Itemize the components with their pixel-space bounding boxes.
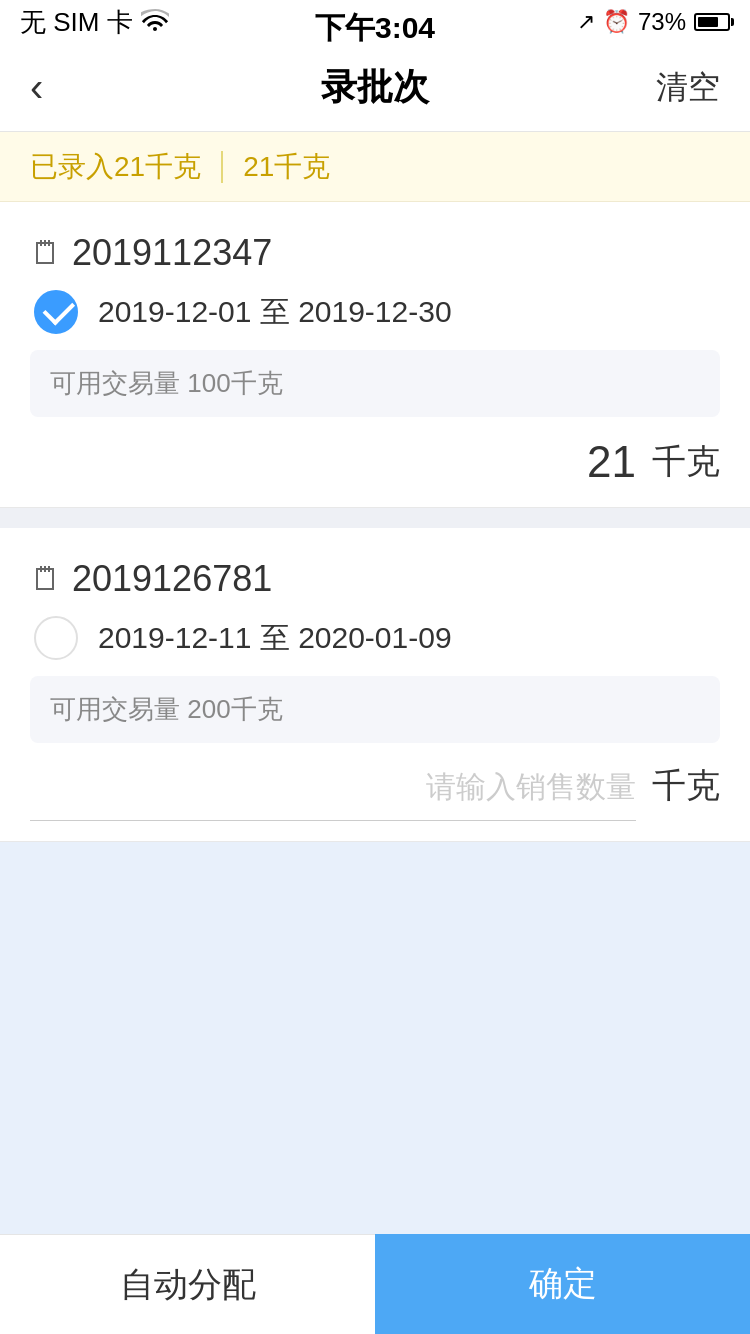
input-underline-2 (30, 820, 636, 821)
wifi-icon (141, 7, 169, 38)
battery-icon (694, 13, 730, 31)
alarm-icon: ⏰ (603, 9, 630, 35)
input-placeholder-2[interactable]: 请输入销售数量 (426, 767, 636, 820)
batch-date-row-2[interactable]: 2019-12-11 至 2020-01-09 (30, 616, 720, 660)
status-time: 下午3:04 (315, 8, 435, 49)
radio-1[interactable] (34, 290, 78, 334)
status-right: ↗ ⏰ 73% (577, 8, 730, 36)
batch-available-1: 可用交易量 100千克 (30, 350, 720, 417)
info-banner: 已录入21千克 21千克 (0, 132, 750, 202)
nav-bar: ‹ 录批次 清空 (0, 44, 750, 132)
radio-2[interactable] (34, 616, 78, 660)
input-unit-2: 千克 (652, 763, 720, 821)
batch-id-1: 2019112347 (72, 232, 272, 274)
batch-doc-icon-2: 🗒 (30, 561, 62, 598)
input-wrapper-2: 请输入销售数量 (30, 767, 636, 821)
batch-header-1: 🗒 2019112347 (30, 232, 720, 274)
status-carrier: 无 SIM 卡 (20, 5, 169, 40)
clear-button[interactable]: 清空 (656, 66, 720, 110)
carrier-text: 无 SIM 卡 (20, 5, 133, 40)
auto-distribute-button[interactable]: 自动分配 (0, 1234, 375, 1334)
quantity-row-1: 21 千克 (0, 417, 750, 508)
batch-header-2: 🗒 2019126781 (30, 558, 720, 600)
batch-date-row-1[interactable]: 2019-12-01 至 2019-12-30 (30, 290, 720, 334)
status-bar: 无 SIM 卡 下午3:04 ↗ ⏰ 73% (0, 0, 750, 44)
batch-date-1: 2019-12-01 至 2019-12-30 (98, 292, 452, 333)
quantity-unit-1: 千克 (652, 439, 720, 485)
bottom-bar: 自动分配 确定 (0, 1234, 750, 1334)
total-amount: 21千克 (243, 148, 330, 186)
card-divider (0, 508, 750, 528)
info-divider (221, 151, 223, 183)
batch-date-2: 2019-12-11 至 2020-01-09 (98, 618, 452, 659)
batch-doc-icon-1: 🗒 (30, 235, 62, 272)
recorded-amount: 已录入21千克 (30, 148, 201, 186)
batch-card-1: 🗒 2019112347 2019-12-01 至 2019-12-30 可用交… (0, 202, 750, 508)
page-title: 录批次 (321, 63, 429, 112)
confirm-button[interactable]: 确定 (375, 1234, 750, 1334)
back-button[interactable]: ‹ (30, 65, 90, 110)
location-icon: ↗ (577, 9, 595, 35)
batch-card-2: 🗒 2019126781 2019-12-11 至 2020-01-09 可用交… (0, 528, 750, 842)
batch-available-2: 可用交易量 200千克 (30, 676, 720, 743)
quantity-value-1: 21 (587, 437, 636, 487)
input-row-2: 请输入销售数量 千克 (0, 743, 750, 842)
battery-text: 73% (638, 8, 686, 36)
batch-id-2: 2019126781 (72, 558, 272, 600)
